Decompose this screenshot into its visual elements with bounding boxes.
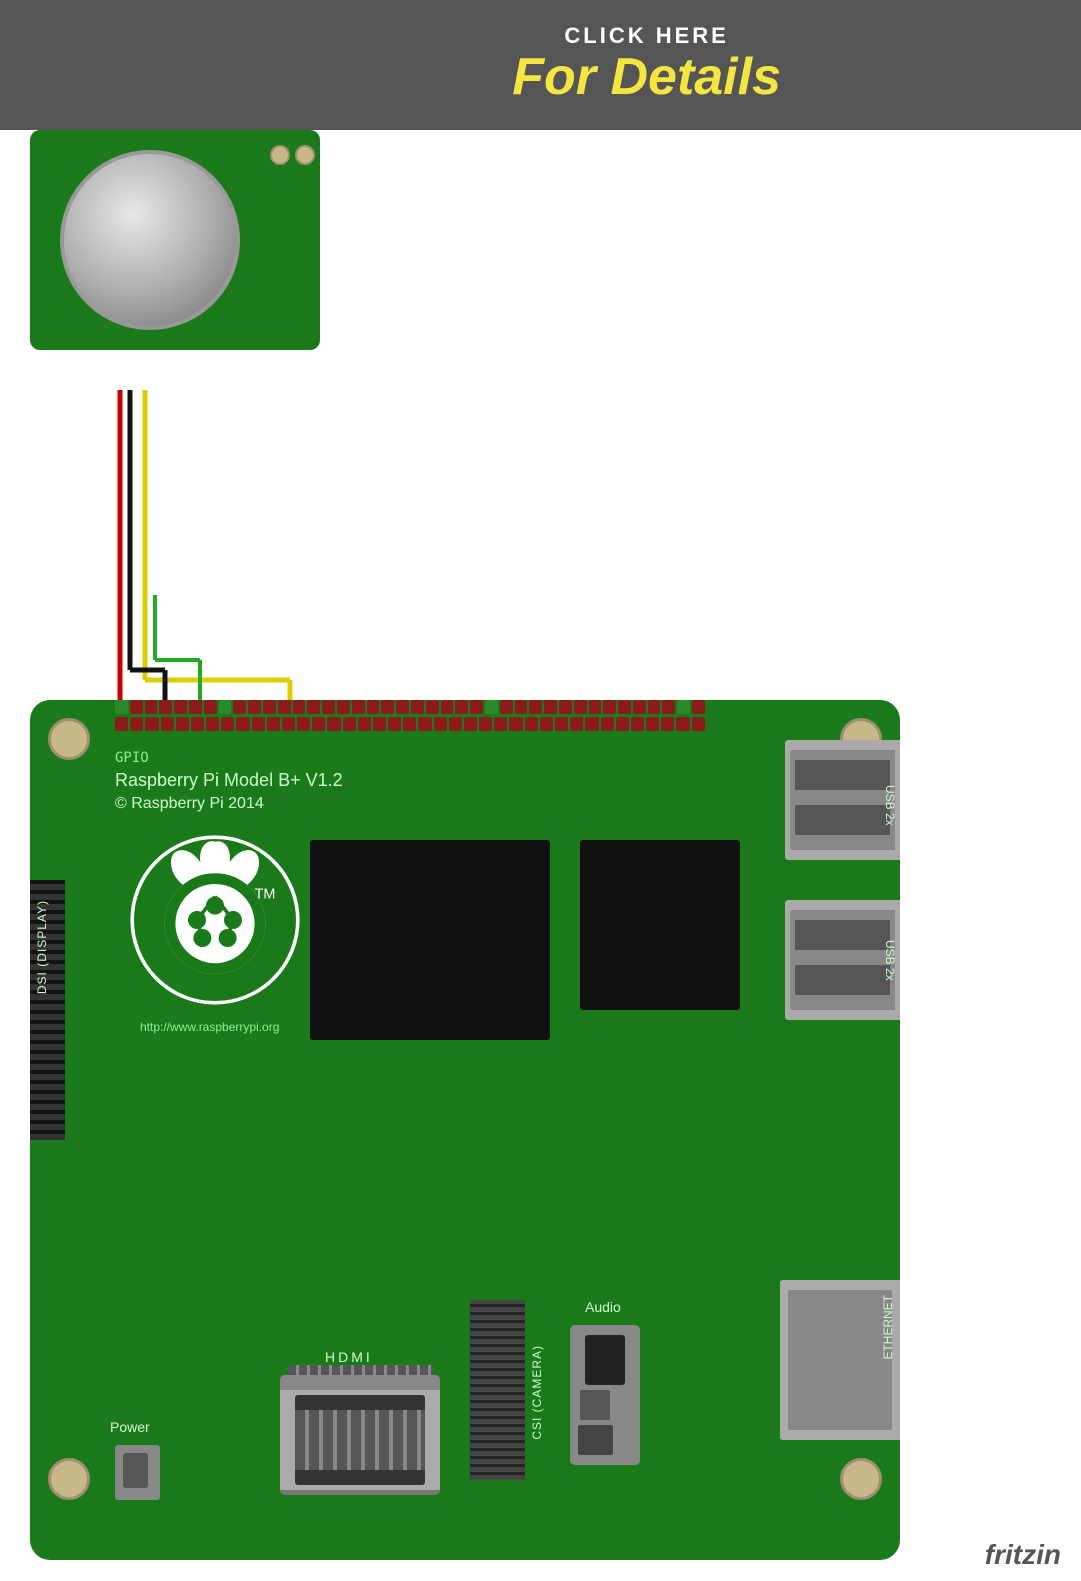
- hdmi-label: HDMI: [325, 1349, 373, 1365]
- audio-jack-inner: [585, 1335, 625, 1385]
- pi-model-text: Raspberry Pi Model B+ V1.2: [115, 770, 343, 791]
- audio-label: Audio: [585, 1299, 621, 1315]
- cpu-chip-main: [310, 840, 550, 1040]
- dsi-label: DSI (DISPLAY): [35, 900, 49, 994]
- pir-sensor: [30, 130, 320, 390]
- csi-connector: [470, 1300, 525, 1480]
- fritzing-watermark: fritzin: [985, 1539, 1061, 1571]
- mount-hole-br: [840, 1458, 882, 1500]
- pir-screw-tl: [270, 145, 290, 165]
- pir-board: [30, 130, 320, 350]
- pi-logo: TM: [125, 830, 305, 1010]
- hdmi-pins: [288, 1365, 433, 1375]
- power-label: Power: [110, 1419, 150, 1435]
- click-here-text: CLICK HERE: [512, 23, 781, 49]
- for-details-text: For Details: [512, 49, 781, 106]
- pi-board: GPIO Raspberry Pi Model B+ V1.2 © Raspbe…: [30, 700, 900, 1560]
- pir-dome: [60, 150, 240, 330]
- ethernet-label: ETHERNET: [881, 1295, 895, 1360]
- usb-label-bottom: USB 2x: [883, 940, 897, 981]
- header-text-block: CLICK HERE For Details: [512, 23, 781, 106]
- header-banner[interactable]: CLICK HERE For Details: [0, 0, 1081, 130]
- mount-hole-tl: [48, 718, 90, 760]
- csi-label: CSI (CAMERA): [530, 1345, 544, 1440]
- pi-url: http://www.raspberrypi.org: [140, 1020, 279, 1034]
- audio-jack: [570, 1325, 640, 1465]
- gpio-row-top: [115, 700, 705, 714]
- pi-copyright-text: © Raspberry Pi 2014: [115, 795, 264, 813]
- gpio-header: [115, 700, 705, 745]
- power-connector: [115, 1445, 160, 1500]
- usb-label-top: USB 2x: [883, 785, 897, 826]
- mount-hole-bl: [48, 1458, 90, 1500]
- gpio-label: GPIO: [115, 750, 149, 766]
- pir-screw-tr: [295, 145, 315, 165]
- svg-text:TM: TM: [255, 886, 276, 902]
- gpio-row-bottom: [115, 717, 705, 731]
- cpu-chip-secondary: [580, 840, 740, 1010]
- hdmi-port: [280, 1375, 440, 1495]
